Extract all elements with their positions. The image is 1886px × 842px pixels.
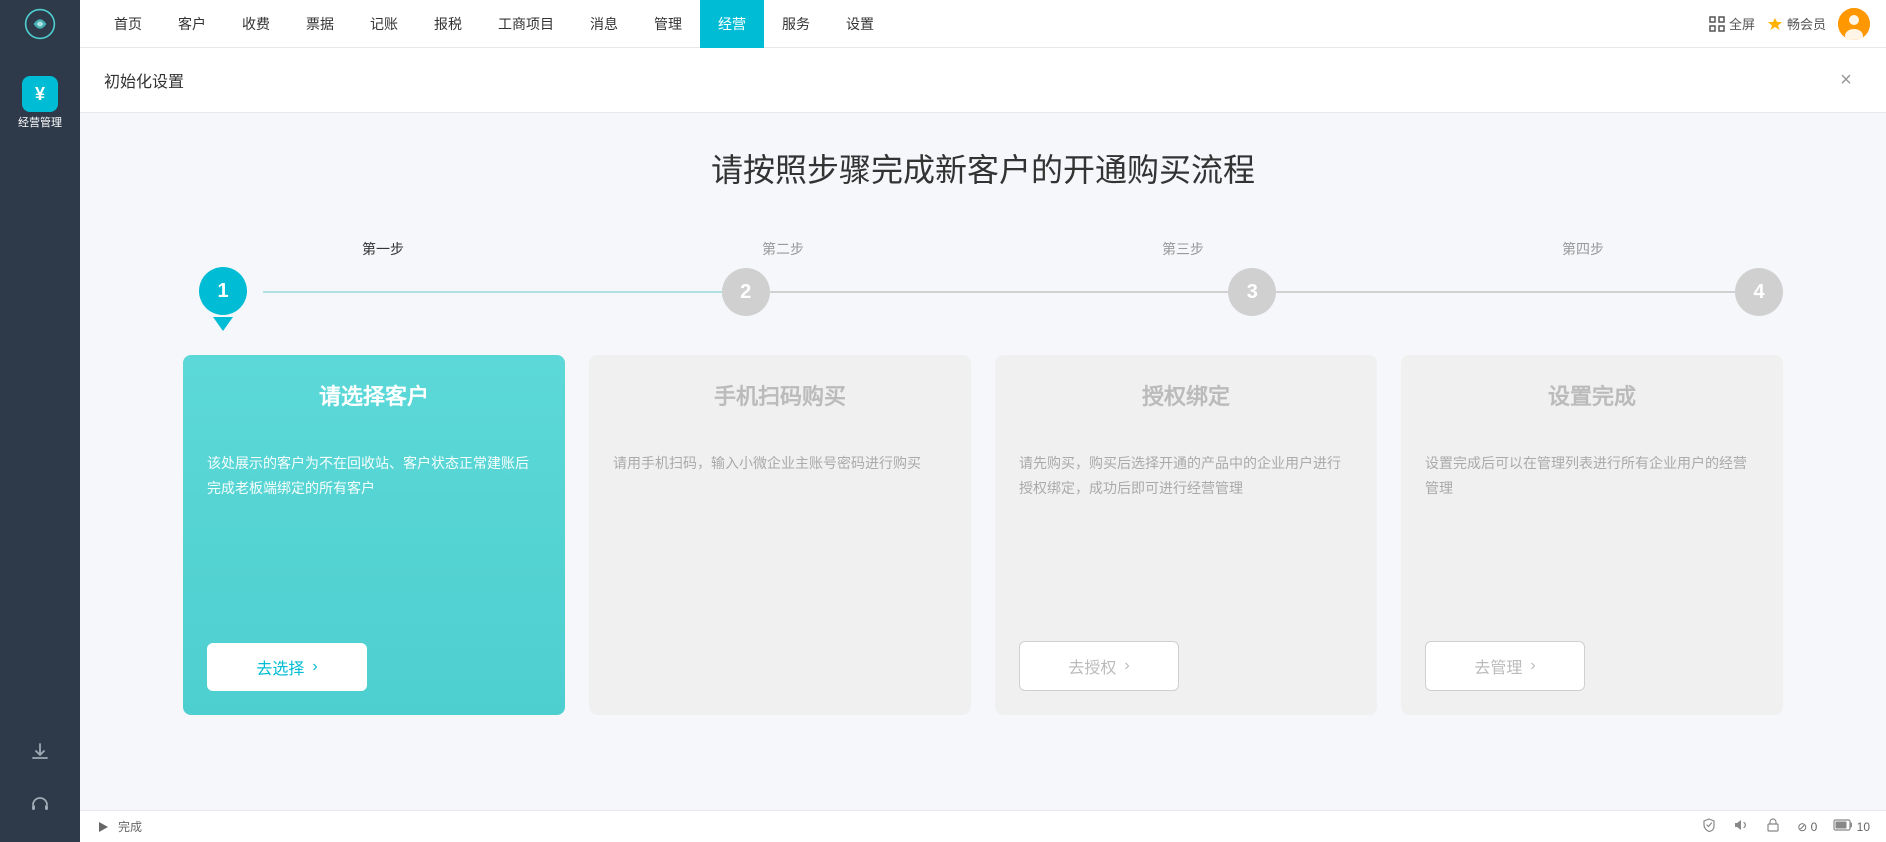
avatar[interactable] — [1838, 8, 1870, 40]
card-title-2: 手机扫码购买 — [613, 379, 947, 427]
step-line-1: › — [263, 291, 722, 293]
step-circle-3: 3 — [1228, 268, 1276, 316]
step-circle-2: 2 — [722, 268, 770, 316]
layout: ¥ 经营管理 初始化设置 × — [0, 48, 1886, 842]
card-btn-3: 去授权 › — [1019, 617, 1353, 691]
logo[interactable] — [0, 0, 80, 48]
step-label-2: 第二步 — [583, 239, 983, 259]
status-bar: 完成 — [80, 810, 1886, 842]
nav-account[interactable]: 记账 — [352, 0, 416, 48]
top-nav: 首页 客户 收费 票据 记账 报税 工商项目 消息 管理 经营 服务 设置 全屏… — [0, 0, 1886, 48]
steps-container: 第一步 第二步 第三步 第四步 1 › — [183, 239, 1783, 715]
main-title: 请按照步骤完成新客户的开通购买流程 — [711, 145, 1255, 191]
nav-manage[interactable]: 管理 — [636, 0, 700, 48]
nav-business[interactable]: 工商项目 — [480, 0, 572, 48]
card-desc-2: 请用手机扫码，输入小微企业主账号密码进行购买 — [613, 451, 947, 667]
card-desc-4: 设置完成后可以在管理列表进行所有企业用户的经营管理 — [1425, 451, 1759, 617]
sidebar-label: 经营管理 — [18, 116, 62, 130]
btn-arrow-4: › — [1530, 657, 1535, 675]
nav-message[interactable]: 消息 — [572, 0, 636, 48]
sidebar-item-operation[interactable]: ¥ 经营管理 — [0, 64, 80, 138]
status-text: 完成 — [118, 818, 142, 835]
fullscreen-label: 全屏 — [1729, 14, 1755, 33]
step-label-4: 第四步 — [1383, 239, 1783, 259]
lock-icon — [1765, 817, 1781, 836]
card-desc-1: 该处展示的客户为不在回收站、客户状态正常建账后完成老板端绑定的所有客户 — [207, 451, 541, 619]
operation-icon: ¥ — [22, 76, 58, 112]
step-card-4: 设置完成 设置完成后可以在管理列表进行所有企业用户的经营管理 去管理 › — [1401, 355, 1783, 715]
nav-fee[interactable]: 收费 — [224, 0, 288, 48]
sidebar: ¥ 经营管理 — [0, 48, 80, 842]
headset-icon[interactable] — [22, 786, 58, 822]
step-label-1: 第一步 — [183, 239, 583, 259]
step-cards: 请选择客户 该处展示的客户为不在回收站、客户状态正常建账后完成老板端绑定的所有客… — [183, 355, 1783, 715]
main: 初始化设置 × 请按照步骤完成新客户的开通购买流程 第一步 第二步 第三步 第四… — [80, 48, 1886, 842]
nav-settings[interactable]: 设置 — [828, 0, 892, 48]
close-button[interactable]: × — [1830, 64, 1862, 96]
go-authorize-button[interactable]: 去授权 › — [1019, 641, 1179, 691]
nav-bill[interactable]: 票据 — [288, 0, 352, 48]
status-bar-right: ⊘ 0 10 — [1701, 817, 1870, 836]
sidebar-bottom — [22, 734, 58, 842]
btn-arrow-1: › — [312, 658, 317, 676]
step-circle-4: 4 — [1735, 268, 1783, 316]
status-bar-left: 完成 — [96, 818, 142, 835]
nav-right: 全屏 畅会员 — [1709, 8, 1886, 40]
step-circle-1: 1 — [199, 267, 247, 315]
nav-operation[interactable]: 经营 — [700, 0, 764, 48]
nav-tax[interactable]: 报税 — [416, 0, 480, 48]
step-pointer — [213, 317, 233, 331]
step-line-3: › — [1276, 291, 1735, 293]
step-label-3: 第三步 — [983, 239, 1383, 259]
download-icon[interactable] — [22, 734, 58, 770]
go-select-button[interactable]: 去选择 › — [207, 643, 367, 691]
step-card-1: 请选择客户 该处展示的客户为不在回收站、客户状态正常建账后完成老板端绑定的所有客… — [183, 355, 565, 715]
battery-icon: 10 — [1833, 819, 1870, 834]
card-btn-4: 去管理 › — [1425, 617, 1759, 691]
shield-icon — [1701, 817, 1717, 836]
step-card-3: 授权绑定 请先购买，购买后选择开通的产品中的企业用户进行授权绑定，成功后即可进行… — [995, 355, 1377, 715]
step-card-2: 手机扫码购买 请用手机扫码，输入小微企业主账号密码进行购买 — [589, 355, 971, 715]
nav-customer[interactable]: 客户 — [160, 0, 224, 48]
steps-timeline: 1 › 2 › 3 — [183, 267, 1783, 331]
card-desc-3: 请先购买，购买后选择开通的产品中的企业用户进行授权绑定，成功后即可进行经营管理 — [1019, 451, 1353, 617]
btn-arrow-3: › — [1124, 657, 1129, 675]
card-title-4: 设置完成 — [1425, 379, 1759, 427]
nav-home[interactable]: 首页 — [96, 0, 160, 48]
content-area: 请按照步骤完成新客户的开通购买流程 第一步 第二步 第三步 第四步 1 — [80, 113, 1886, 810]
card-btn-2 — [613, 667, 947, 691]
member-btn[interactable]: 畅会员 — [1767, 14, 1826, 33]
fullscreen-btn[interactable]: 全屏 — [1709, 14, 1755, 33]
nav-service[interactable]: 服务 — [764, 0, 828, 48]
step-line-2: › — [770, 291, 1229, 293]
page-title: 初始化设置 — [104, 68, 184, 92]
go-manage-button[interactable]: 去管理 › — [1425, 641, 1585, 691]
volume-icon — [1733, 817, 1749, 836]
member-label: 畅会员 — [1787, 14, 1826, 33]
card-title-3: 授权绑定 — [1019, 379, 1353, 427]
wifi-count: ⊘ 0 — [1797, 820, 1817, 834]
card-btn-1: 去选择 › — [207, 619, 541, 691]
main-header: 初始化设置 × — [80, 48, 1886, 113]
nav-items: 首页 客户 收费 票据 记账 报税 工商项目 消息 管理 经营 服务 设置 — [80, 0, 1709, 48]
play-icon — [96, 820, 110, 834]
step-labels: 第一步 第二步 第三步 第四步 — [183, 239, 1783, 259]
card-title-1: 请选择客户 — [207, 379, 541, 427]
